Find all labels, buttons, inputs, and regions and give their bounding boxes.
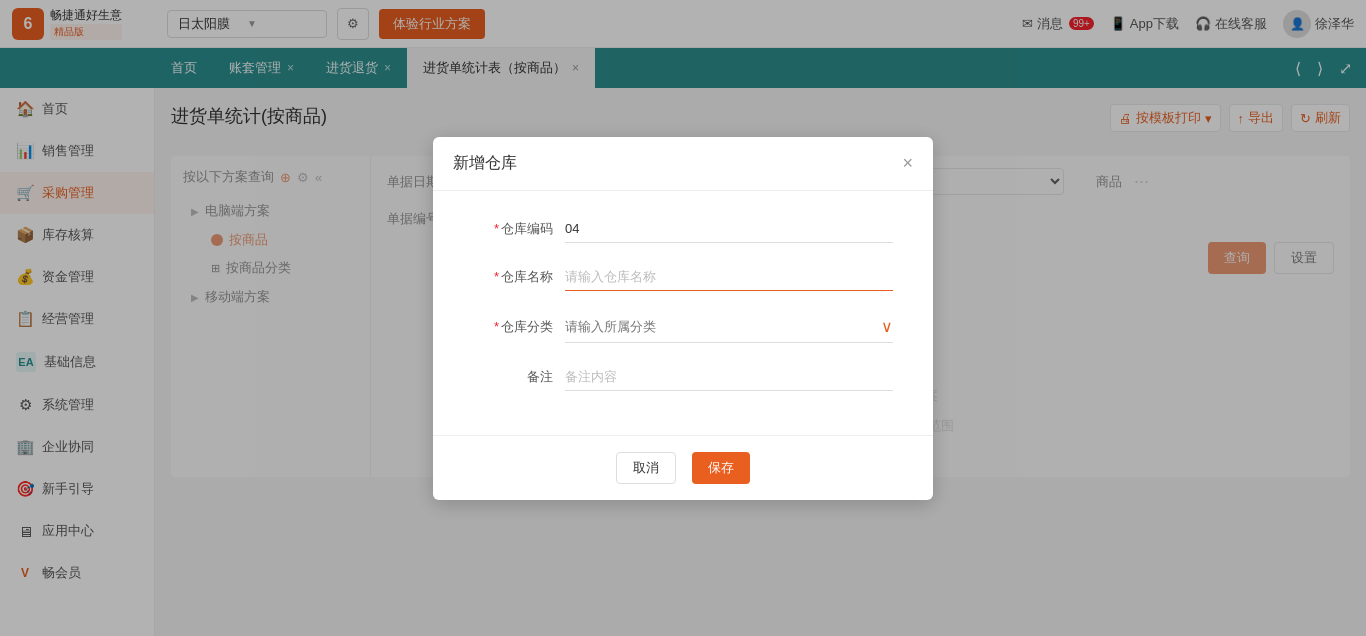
modal-overlay[interactable]: 新增仓库 × 仓库编码 仓库名称 仓库分类 ∨: [0, 0, 1366, 636]
code-label: 仓库编码: [473, 220, 553, 238]
form-row-category: 仓库分类 ∨: [473, 311, 893, 343]
modal-body: 仓库编码 仓库名称 仓库分类 ∨ 备注: [433, 191, 933, 435]
category-select-row[interactable]: ∨: [565, 311, 893, 343]
form-row-note: 备注: [473, 363, 893, 391]
form-row-name: 仓库名称: [473, 263, 893, 291]
modal-footer: 取消 保存: [433, 435, 933, 500]
form-row-code: 仓库编码: [473, 215, 893, 243]
save-button[interactable]: 保存: [692, 452, 750, 484]
category-input[interactable]: [565, 319, 881, 334]
code-input[interactable]: [565, 215, 893, 243]
name-label: 仓库名称: [473, 268, 553, 286]
category-label: 仓库分类: [473, 318, 553, 336]
cancel-button[interactable]: 取消: [616, 452, 676, 484]
note-input[interactable]: [565, 363, 893, 391]
name-input[interactable]: [565, 263, 893, 291]
category-arrow-icon: ∨: [881, 317, 893, 336]
warehouse-modal: 新增仓库 × 仓库编码 仓库名称 仓库分类 ∨: [433, 137, 933, 500]
modal-header: 新增仓库 ×: [433, 137, 933, 191]
modal-title: 新增仓库: [453, 153, 517, 174]
modal-close-button[interactable]: ×: [902, 154, 913, 172]
note-label: 备注: [473, 368, 553, 386]
